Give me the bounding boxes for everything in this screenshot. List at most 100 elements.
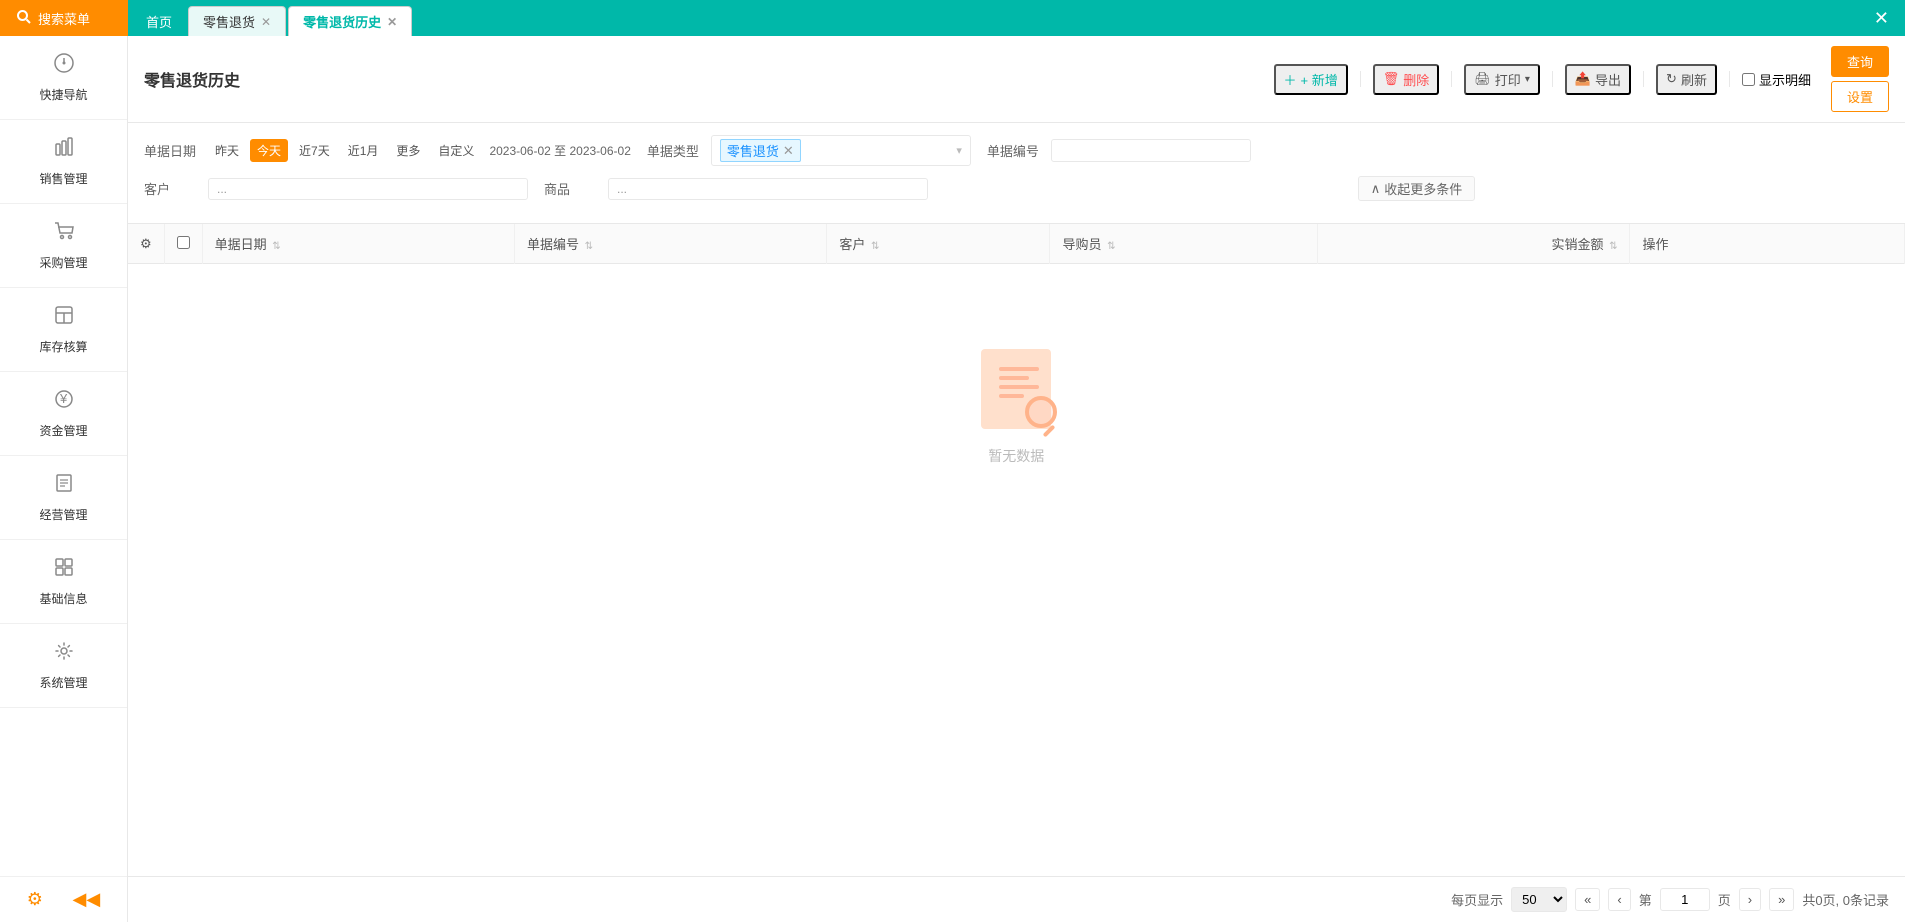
page-input[interactable] (1660, 888, 1710, 911)
sidebar-item-sales-mgmt[interactable]: 销售管理 (0, 120, 127, 204)
tab-retail-return-close[interactable]: ✕ (261, 15, 271, 29)
collapse-button[interactable]: ∧ 收起更多条件 (1358, 176, 1476, 201)
sidebar-item-quick-nav[interactable]: 快捷导航 (0, 36, 127, 120)
illus-line-4 (999, 394, 1024, 398)
collapse-container: ∧ 收起更多条件 (944, 176, 1889, 201)
purchase-mgmt-icon (53, 220, 75, 248)
settings-bottom-icon[interactable]: ⚙ (27, 889, 43, 910)
select-all-checkbox[interactable] (177, 236, 190, 249)
page-label: 第 (1639, 890, 1652, 909)
page-header: 零售退货历史 ＋ + 新增 🗑 删除 🖨 打印 ▾ (128, 36, 1905, 123)
date-btn-1month[interactable]: 近1月 (341, 139, 386, 162)
filter-date: 单据日期 昨天 今天 近7天 近1月 更多 自定义 2023-06-02 至 2… (144, 139, 631, 162)
page-prev-button[interactable]: ‹ (1608, 888, 1630, 911)
sidebar-item-basic-info[interactable]: 基础信息 (0, 540, 127, 624)
voucher-type-tag-text: 零售退货 (727, 141, 779, 160)
tab-home-label: 首页 (146, 12, 172, 31)
page-last-button[interactable]: » (1769, 888, 1794, 911)
basic-info-icon (53, 556, 75, 584)
voucher-type-dropdown-icon[interactable]: ▾ (956, 144, 962, 157)
table-body: 暂无数据 (128, 264, 1905, 547)
th-customer-sort[interactable]: ⇅ (871, 241, 879, 252)
th-guide-sort[interactable]: ⇅ (1107, 241, 1115, 252)
sidebar-label-finance: 资金管理 (39, 422, 87, 439)
page-first-button[interactable]: « (1575, 888, 1600, 911)
export-button[interactable]: 📤 导出 (1565, 64, 1631, 95)
illus-line-1 (999, 367, 1039, 371)
search-menu-button[interactable]: 搜索菜单 (0, 0, 128, 36)
display-detail-checkbox[interactable]: 显示明细 (1742, 70, 1811, 89)
voucher-type-input[interactable]: 零售退货 ✕ ▾ (711, 135, 971, 166)
tab-home[interactable]: 首页 (132, 6, 186, 36)
tab-retail-return-history-label: 零售退货历史 (303, 12, 381, 31)
filter-row-1: 单据日期 昨天 今天 近7天 近1月 更多 自定义 2023-06-02 至 2… (144, 135, 1889, 166)
column-settings-icon[interactable]: ⚙ (140, 236, 152, 251)
th-checkbox (164, 224, 202, 264)
sound-bottom-icon[interactable]: ◀◀ (73, 889, 101, 910)
refresh-button[interactable]: ↻ 刷新 (1656, 64, 1717, 95)
delete-icon: 🗑 (1383, 71, 1400, 87)
sidebar-bottom: ⚙ ◀◀ (0, 876, 127, 922)
search-icon (16, 9, 32, 28)
tab-retail-return-history-close[interactable]: ✕ (387, 15, 397, 29)
customer-ellipsis: ... (217, 182, 227, 196)
th-amount: 实销金额 ⇅ (1318, 224, 1630, 264)
sales-mgmt-icon (53, 136, 75, 164)
print-label: 打印 (1495, 70, 1521, 89)
date-btn-7days[interactable]: 近7天 (292, 139, 337, 162)
new-icon: ＋ (1284, 70, 1297, 89)
date-btn-more[interactable]: 更多 (389, 139, 427, 162)
th-number: 单据编号 ⇅ (514, 224, 826, 264)
customer-input[interactable]: ... (208, 178, 528, 200)
filter-row-2: 客户 ... 商品 ... ∧ 收起更多条件 (144, 176, 1889, 201)
export-label: 导出 (1595, 70, 1621, 89)
finance-icon: ¥ (53, 388, 75, 416)
voucher-number-input[interactable] (1051, 139, 1251, 162)
sidebar: 快捷导航 销售管理 采购管理 库存核算 ¥ 资金管理 (0, 36, 128, 922)
filter-voucher-type: 单据类型 零售退货 ✕ ▾ (647, 135, 971, 166)
top-bar: 搜索菜单 首页 零售退货 ✕ 零售退货历史 ✕ ✕ (0, 0, 1905, 36)
sidebar-label-system-mgmt: 系统管理 (39, 674, 87, 691)
th-amount-label: 实销金额 (1551, 237, 1603, 252)
sidebar-item-inventory[interactable]: 库存核算 (0, 288, 127, 372)
display-detail-input[interactable] (1742, 73, 1755, 86)
goods-input[interactable]: ... (608, 178, 928, 200)
sidebar-item-finance[interactable]: ¥ 资金管理 (0, 372, 127, 456)
print-button[interactable]: 🖨 打印 ▾ (1464, 64, 1540, 95)
filter-settings-button[interactable]: 设置 (1831, 81, 1889, 112)
page-size-select[interactable]: 50 100 200 (1511, 887, 1567, 912)
th-number-sort[interactable]: ⇅ (585, 241, 593, 252)
sidebar-item-purchase-mgmt[interactable]: 采购管理 (0, 204, 127, 288)
date-range-display: 2023-06-02 至 2023-06-02 (489, 142, 630, 159)
svg-text:¥: ¥ (59, 391, 68, 406)
date-btn-yesterday[interactable]: 昨天 (208, 139, 246, 162)
new-label: + 新增 (1301, 70, 1338, 89)
page-next-button[interactable]: › (1739, 888, 1761, 911)
page-title: 零售退货历史 (144, 67, 240, 91)
voucher-type-label: 单据类型 (647, 141, 703, 160)
collapse-up-icon: ∧ (1371, 181, 1381, 197)
th-amount-sort[interactable]: ⇅ (1609, 241, 1617, 252)
date-btn-today[interactable]: 今天 (250, 139, 288, 162)
sidebar-item-operations[interactable]: 经营管理 (0, 456, 127, 540)
voucher-type-tag-close[interactable]: ✕ (783, 143, 794, 159)
new-button[interactable]: ＋ + 新增 (1274, 64, 1348, 95)
delete-button[interactable]: 🗑 删除 (1373, 64, 1440, 95)
empty-state-cell: 暂无数据 (128, 264, 1905, 547)
header-actions: ＋ + 新增 🗑 删除 🖨 打印 ▾ 📤 导出 (1274, 46, 1889, 112)
refresh-label: 刷新 (1681, 70, 1707, 89)
date-btn-custom[interactable]: 自定义 (431, 139, 481, 162)
tab-retail-return-history[interactable]: 零售退货历史 ✕ (288, 6, 412, 36)
sidebar-item-system-mgmt[interactable]: 系统管理 (0, 624, 127, 708)
table-area: ⚙ 单据日期 ⇅ 单据编号 ⇅ (128, 224, 1905, 876)
search-menu-label: 搜索菜单 (38, 9, 90, 28)
tab-retail-return[interactable]: 零售退货 ✕ (188, 6, 286, 36)
voucher-number-label: 单据编号 (987, 141, 1043, 160)
window-close-button[interactable]: ✕ (1858, 8, 1905, 29)
divider-3 (1552, 71, 1553, 87)
th-customer-label: 客户 (839, 237, 865, 252)
divider-1 (1360, 71, 1361, 87)
query-button[interactable]: 查询 (1831, 46, 1889, 77)
page-size-label: 每页显示 (1451, 890, 1503, 909)
th-date-sort[interactable]: ⇅ (272, 241, 280, 252)
